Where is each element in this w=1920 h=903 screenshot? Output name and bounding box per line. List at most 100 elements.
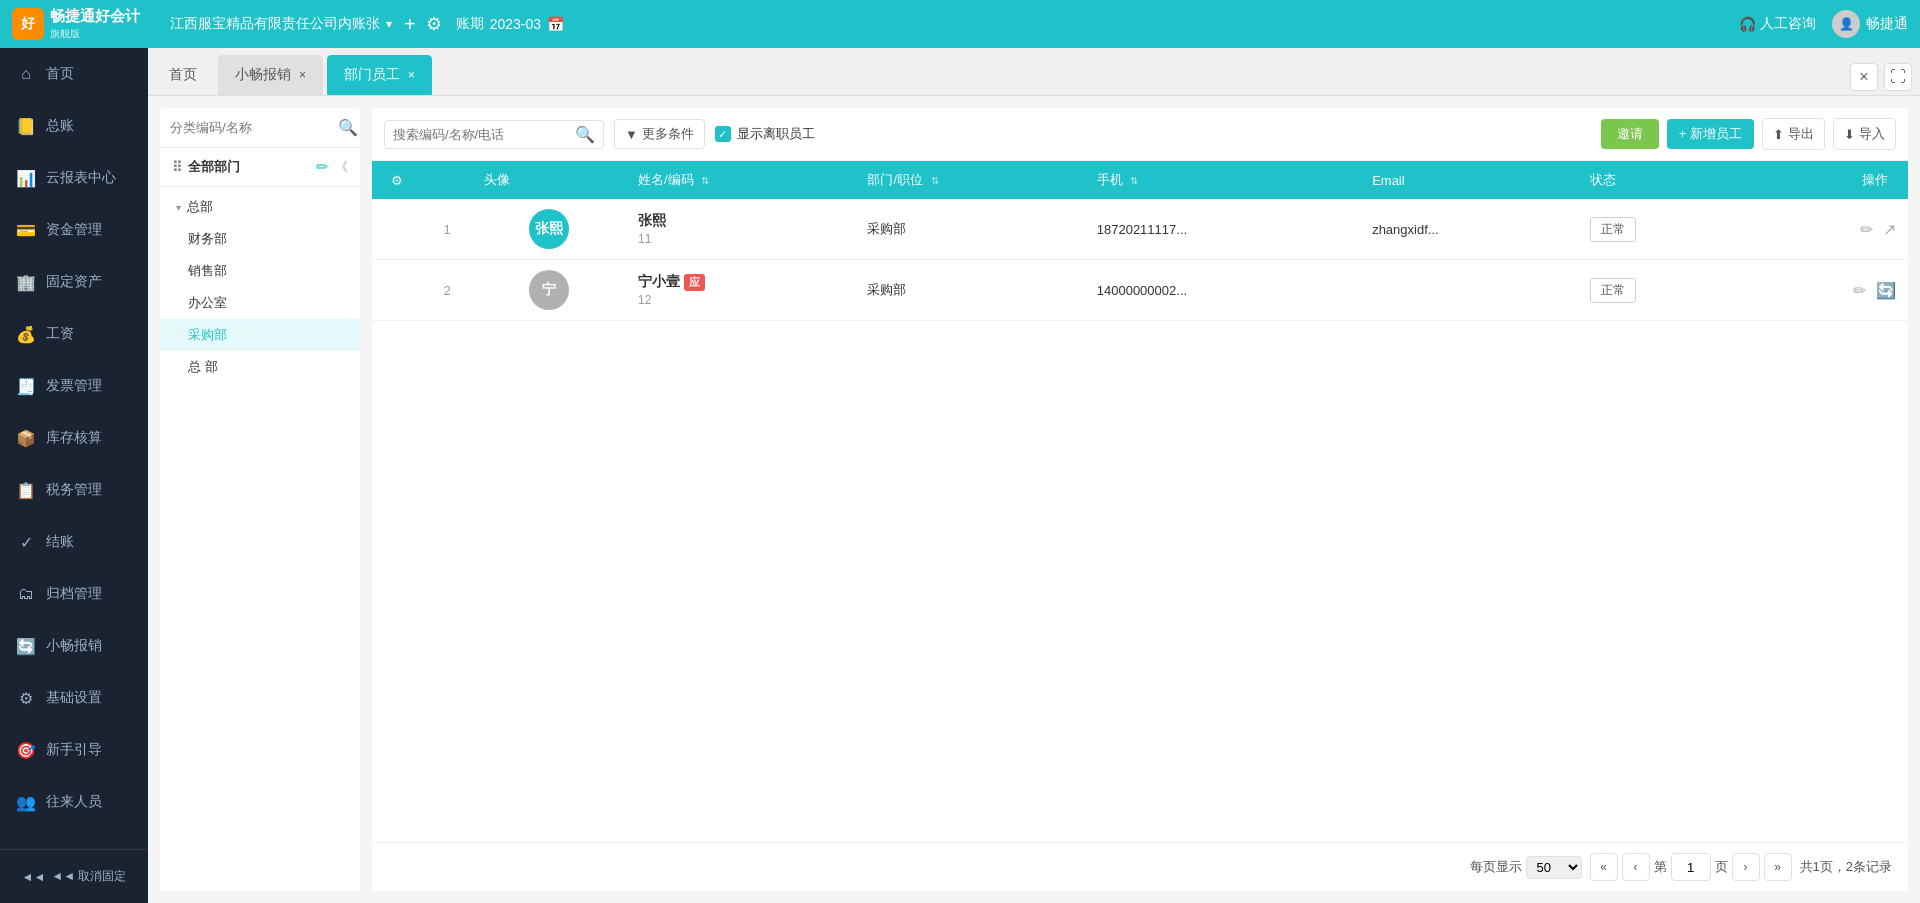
page-number-input[interactable] <box>1671 853 1711 881</box>
top-header: 好 畅捷通好会计 旗舰版 江西服宝精品有限责任公司内账张 ▾ + ⚙ 账期 20… <box>0 0 1920 48</box>
more-icon[interactable]: ↗ <box>1883 220 1896 239</box>
col-status: 状态 <box>1578 161 1747 199</box>
sidebar-label-reports: 云报表中心 <box>46 169 116 187</box>
invite-button[interactable]: 邀请 <box>1601 119 1659 149</box>
row-avatar-cell: 宁 <box>472 260 626 321</box>
sidebar-item-assets[interactable]: 🏢 固定资产 <box>0 256 148 308</box>
page-content: 🔍 ⠿ 全部部门 ✏ 《 ▾ 总部 <box>148 96 1920 903</box>
sidebar-item-ledger[interactable]: 📒 总账 <box>0 100 148 152</box>
page-size-selector[interactable]: 每页显示 10 20 50 100 <box>1470 856 1582 879</box>
sidebar-item-inventory[interactable]: 📦 库存核算 <box>0 412 148 464</box>
sidebar-item-checkout[interactable]: ✓ 结账 <box>0 516 148 568</box>
dept-item-label: 总部 <box>187 198 213 216</box>
row-status-cell: 正常 <box>1578 260 1747 321</box>
newguide-icon: 🎯 <box>16 741 36 760</box>
sidebar-item-tax[interactable]: 📋 税务管理 <box>0 464 148 516</box>
import-button[interactable]: ⬇ 导入 <box>1833 118 1896 150</box>
more-icon[interactable]: 🔄 <box>1876 281 1896 300</box>
last-page-button[interactable]: » <box>1764 853 1792 881</box>
service-button[interactable]: 🎧 人工咨询 <box>1739 15 1816 33</box>
sidebar-item-reports[interactable]: 📊 云报表中心 <box>0 152 148 204</box>
prev-page-button[interactable]: ‹ <box>1622 853 1650 881</box>
sidebar-item-newguide[interactable]: 🎯 新手引导 <box>0 724 148 776</box>
export-button[interactable]: ⬆ 导出 <box>1762 118 1825 150</box>
status-badge: 正常 <box>1590 278 1636 303</box>
tab-deptemployee-close[interactable]: × <box>408 68 415 82</box>
close-tab-button[interactable]: × <box>1850 63 1878 91</box>
row-phone-cell: 14000000002... <box>1085 260 1360 321</box>
search-icon[interactable]: 🔍 <box>575 125 595 144</box>
service-label: 人工咨询 <box>1760 15 1816 33</box>
filter-button[interactable]: ▼ 更多条件 <box>614 119 705 149</box>
col-settings[interactable]: ⚙ <box>372 161 422 199</box>
username: 畅捷通 <box>1866 15 1908 33</box>
dept-tree-item-sales[interactable]: 销售部 <box>160 255 360 287</box>
emp-code: 11 <box>638 232 843 246</box>
sidebar-item-home[interactable]: ⌂ 首页 <box>0 48 148 100</box>
tab-xiaochangreport-label: 小畅报销 <box>235 66 291 84</box>
fullscreen-button[interactable]: ⛶ <box>1884 63 1912 91</box>
row-email-cell <box>1360 260 1578 321</box>
row-phone-cell: 18720211117... <box>1085 199 1360 260</box>
dept-collapse-icon[interactable]: 《 <box>335 158 348 176</box>
dept-tree-item-finance[interactable]: 财务部 <box>160 223 360 255</box>
row-number: 1 <box>422 199 472 260</box>
resigned-checkbox[interactable]: ✓ <box>715 126 731 142</box>
dept-tree: ▾ 总部 财务部 销售部 办公室 采购部 <box>160 187 360 891</box>
col-phone[interactable]: 手机 ⇅ <box>1085 161 1360 199</box>
dept-edit-icon[interactable]: ✏ <box>316 158 329 176</box>
sidebar-item-invoice[interactable]: 🧾 发票管理 <box>0 360 148 412</box>
dept-tree-item-purchasing[interactable]: 采购部 <box>160 319 360 351</box>
col-dept[interactable]: 部门/职位 ⇅ <box>855 161 1084 199</box>
search-input[interactable] <box>393 127 569 142</box>
dept-tree-item-office[interactable]: 办公室 <box>160 287 360 319</box>
calendar-icon[interactable]: 📅 <box>547 16 564 32</box>
sidebar-item-settings[interactable]: ⚙ 基础设置 <box>0 672 148 724</box>
show-resigned-label: 显示离职员工 <box>737 125 815 143</box>
next-page-button[interactable]: › <box>1732 853 1760 881</box>
row-number: 2 <box>422 260 472 321</box>
sidebar-item-funds[interactable]: 💳 资金管理 <box>0 204 148 256</box>
user-menu[interactable]: 👤 畅捷通 <box>1832 10 1908 38</box>
first-page-button[interactable]: « <box>1590 853 1618 881</box>
col-name[interactable]: 姓名/编码 ⇅ <box>626 161 855 199</box>
salary-icon: 💰 <box>16 325 36 344</box>
tab-xiaochangreport-close[interactable]: × <box>299 68 306 82</box>
tab-xiaochangreport[interactable]: 小畅报销 × <box>218 55 323 95</box>
search-box[interactable]: 🔍 <box>384 120 604 149</box>
unfix-button[interactable]: ◄◄ ◄◄ 取消固定 <box>0 858 148 895</box>
sidebar-item-contacts[interactable]: 👥 往来人员 <box>0 776 148 828</box>
logo-area: 好 畅捷通好会计 旗舰版 <box>12 7 160 41</box>
row-settings-cell <box>372 260 422 321</box>
company-dropdown-icon[interactable]: ▾ <box>386 17 392 31</box>
dept-search-icon[interactable]: 🔍 <box>338 118 358 137</box>
dept-item-label: 总 部 <box>188 358 218 376</box>
page-size-select[interactable]: 10 20 50 100 <box>1526 856 1582 879</box>
header-right: 🎧 人工咨询 👤 畅捷通 <box>1739 10 1908 38</box>
row-dept-cell: 采购部 <box>855 260 1084 321</box>
import-label: 导入 <box>1859 125 1885 143</box>
sidebar-item-salary[interactable]: 💰 工资 <box>0 308 148 360</box>
add-employee-button[interactable]: + 新增员工 <box>1667 119 1754 149</box>
filter-icon: ▼ <box>625 127 638 142</box>
col-actions: 操作 <box>1747 161 1908 199</box>
dept-tree-item-general2[interactable]: 总 部 <box>160 351 360 383</box>
tab-deptemployee[interactable]: 部门员工 × <box>327 55 432 95</box>
tab-home[interactable]: 首页 <box>152 55 214 95</box>
settings-icon[interactable]: ⚙ <box>426 13 442 35</box>
emp-table: ⚙ 头像 姓名/编码 ⇅ 部门/职位 ⇅ 手机 ⇅ Email 状态 操作 <box>372 161 1908 842</box>
sidebar-item-archive[interactable]: 🗂 归档管理 <box>0 568 148 620</box>
dept-tree-item-general[interactable]: ▾ 总部 <box>160 191 360 223</box>
sidebar-item-xiaochangreport[interactable]: 🔄 小畅报销 <box>0 620 148 672</box>
show-resigned-toggle[interactable]: ✓ 显示离职员工 <box>715 125 815 143</box>
edit-icon[interactable]: ✏ <box>1853 281 1866 300</box>
dept-search-input[interactable] <box>170 120 338 135</box>
period-selector[interactable]: 账期 2023-03 📅 <box>456 15 564 33</box>
emp-code: 12 <box>638 293 843 307</box>
assets-icon: 🏢 <box>16 273 36 292</box>
add-company-button[interactable]: + <box>404 13 416 36</box>
row-actions-cell: ✏ ↗ <box>1747 199 1908 260</box>
company-selector[interactable]: 江西服宝精品有限责任公司内账张 ▾ <box>170 15 392 33</box>
edit-icon[interactable]: ✏ <box>1860 220 1873 239</box>
content-area: 首页 小畅报销 × 部门员工 × × ⛶ 🔍 <box>148 48 1920 903</box>
